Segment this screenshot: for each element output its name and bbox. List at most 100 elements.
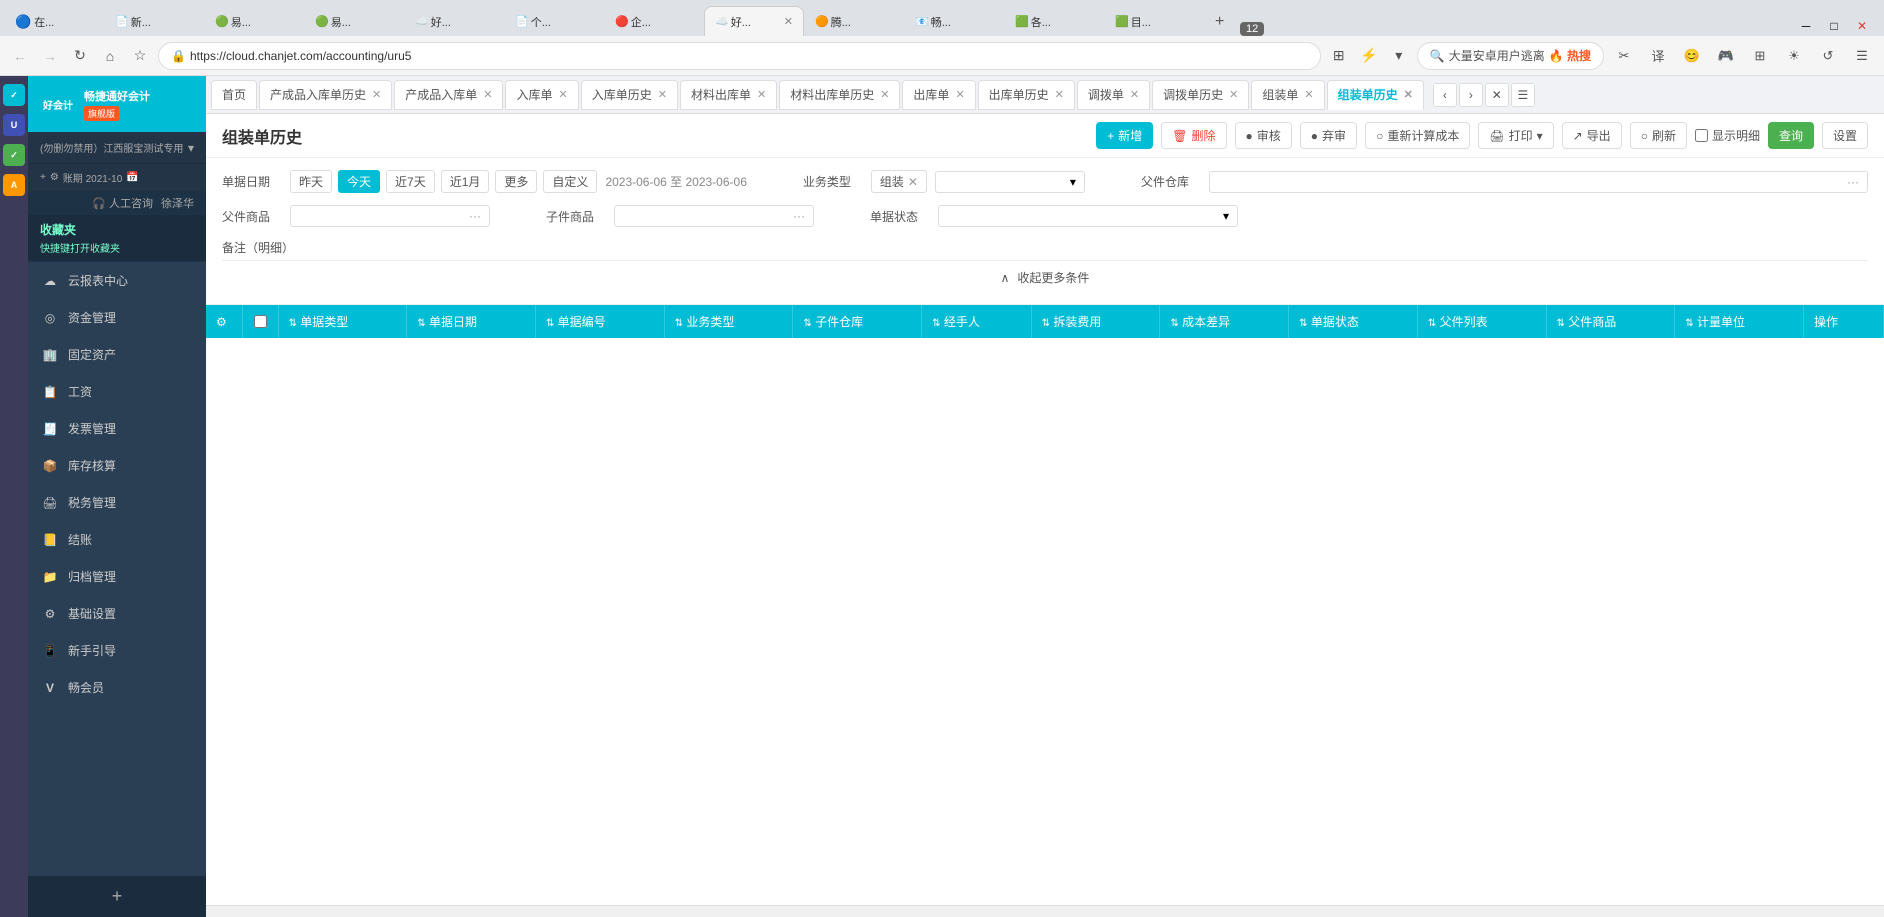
abandon-button[interactable]: ● 弃审 (1300, 122, 1357, 149)
sidebar-item-inventory[interactable]: 📦 库存核算 (28, 447, 206, 484)
grid-button[interactable]: ⊞ (1746, 42, 1774, 70)
sidebar-item-invoice[interactable]: 🧾 发票管理 (28, 410, 206, 447)
print-button[interactable]: 🖨 打印 ▾ (1478, 122, 1553, 149)
subtab-nav-left[interactable]: ‹ (1433, 83, 1457, 107)
subtab-mat-out-close[interactable]: ✕ (757, 88, 766, 101)
browser-tab-11[interactable]: 🟩 各... (1004, 6, 1104, 36)
home-button[interactable]: ⌂ (98, 44, 122, 68)
tab-close-8[interactable]: ✕ (780, 15, 793, 28)
bottom-scrollbar[interactable] (206, 905, 1884, 917)
browser-tab-3[interactable]: 🟢 易... (204, 6, 304, 36)
search-bar[interactable]: 🔍 大量安卓用户逃离 🔥 热搜 (1417, 42, 1604, 70)
show-detail-checkbox[interactable] (1695, 129, 1708, 142)
game-button[interactable]: 🎮 (1712, 42, 1740, 70)
collapse-button[interactable]: ∧ 收起更多条件 (222, 260, 1868, 292)
query-button[interactable]: 查询 (1768, 122, 1814, 149)
brightness-button[interactable]: ☀ (1780, 42, 1808, 70)
emoji-button[interactable]: 😊 (1678, 42, 1706, 70)
parent-goods-input[interactable]: ··· (290, 205, 490, 227)
subtab-nav-right[interactable]: › (1459, 83, 1483, 107)
browser-tab-12[interactable]: 🟩 目... (1104, 6, 1204, 36)
col-disassembly-fee[interactable]: ⇅ 拆装费用 (1031, 305, 1160, 338)
subtab-transfer-close[interactable]: ✕ (1130, 88, 1139, 101)
child-goods-input[interactable]: ··· (614, 205, 814, 227)
company-selector[interactable]: (勿删勿禁用）江西服宝测试专用 ▾ (28, 132, 206, 163)
col-parent-goods[interactable]: ⇅ 父件商品 (1546, 305, 1675, 338)
ext-icon-2[interactable]: U (3, 114, 25, 136)
bookmark-button[interactable]: ☆ (128, 44, 152, 68)
lightning-button[interactable]: ⚡ (1357, 44, 1381, 68)
subtab-transfer[interactable]: 调拨单 ✕ (1077, 80, 1150, 110)
subtab-prod-in[interactable]: 产成品入库单 ✕ (394, 80, 503, 110)
col-bill-no[interactable]: ⇅ 单据编号 (535, 305, 664, 338)
col-unit[interactable]: ⇅ 计量单位 (1675, 305, 1804, 338)
recalc-button[interactable]: ○ 重新计算成本 (1365, 122, 1470, 149)
subtab-home[interactable]: 首页 (211, 80, 257, 110)
sidebar-item-close[interactable]: 📒 结账 (28, 521, 206, 558)
sidebar-item-fund[interactable]: ◎ 资金管理 (28, 299, 206, 336)
sidebar-item-settings[interactable]: ⚙ 基础设置 (28, 595, 206, 632)
new-button[interactable]: + 新增 (1096, 122, 1153, 149)
col-bill-type[interactable]: ⇅ 单据类型 (278, 305, 407, 338)
subtab-assembly[interactable]: 组装单 ✕ (1251, 80, 1324, 110)
select-all-checkbox[interactable] (254, 315, 267, 328)
ext-icon-3[interactable]: ✓ (3, 144, 25, 166)
cut-button[interactable]: ✂ (1610, 42, 1638, 70)
browser-tab-9[interactable]: 🟠 腾... (804, 6, 904, 36)
subtab-prod-in-history[interactable]: 产成品入库单历史 ✕ (259, 80, 392, 110)
sidebar-item-tax[interactable]: 🖨 税务管理 (28, 484, 206, 521)
delete-button[interactable]: 🗑 删除 (1161, 122, 1226, 149)
business-type-dropdown[interactable]: ▾ (935, 171, 1085, 193)
browser-tab-7[interactable]: 🔴 企... (604, 6, 704, 36)
subtab-out-history[interactable]: 出库单历史 ✕ (978, 80, 1075, 110)
subtab-out-close[interactable]: ✕ (955, 88, 964, 101)
col-biz-type[interactable]: ⇅ 业务类型 (664, 305, 793, 338)
subtab-in-history[interactable]: 入库单历史 ✕ (581, 80, 678, 110)
sidebar-item-salary[interactable]: 📋 工资 (28, 373, 206, 410)
address-bar[interactable]: 🔒 https://cloud.chanjet.com/accounting/u… (158, 42, 1321, 70)
browser-tab-2[interactable]: 📄 新... (104, 6, 204, 36)
date-btn-7days[interactable]: 近7天 (386, 170, 435, 193)
subtab-in-close[interactable]: ✕ (559, 88, 568, 101)
subtab-out-history-close[interactable]: ✕ (1055, 88, 1064, 101)
subtab-mat-out[interactable]: 材料出库单 ✕ (680, 80, 777, 110)
subtab-mat-out-history-close[interactable]: ✕ (880, 88, 889, 101)
subtab-close-all[interactable]: ✕ (1485, 83, 1509, 107)
col-parent-list[interactable]: ⇅ 父件列表 (1417, 305, 1546, 338)
subtab-dropdown[interactable]: ☰ (1511, 83, 1535, 107)
browser-tab-4[interactable]: 🟢 易... (304, 6, 404, 36)
parent-warehouse-input[interactable]: ··· (1209, 171, 1868, 193)
business-type-remove[interactable]: ✕ (908, 175, 918, 189)
subtab-prod-in-history-close[interactable]: ✕ (372, 88, 381, 101)
ext-icon-1[interactable]: ✓ (3, 84, 25, 106)
back-button[interactable]: ← (8, 44, 32, 68)
review-button[interactable]: ● 审核 (1235, 122, 1292, 149)
window-maximize[interactable]: □ (1824, 16, 1844, 36)
subtab-in-history-close[interactable]: ✕ (658, 88, 667, 101)
sidebar-item-asset[interactable]: 🏢 固定资产 (28, 336, 206, 373)
date-btn-more[interactable]: 更多 (495, 170, 537, 193)
subtab-transfer-history-close[interactable]: ✕ (1229, 88, 1238, 101)
sidebar-item-cloud-report[interactable]: ☁ 云报表中心 (28, 262, 206, 299)
col-bill-date[interactable]: ⇅ 单据日期 (407, 305, 536, 338)
browser-tab-5[interactable]: ☁️ 好... (404, 6, 504, 36)
browser-tab-10[interactable]: 📧 畅... (904, 6, 1004, 36)
subtab-transfer-history[interactable]: 调拨单历史 ✕ (1152, 80, 1249, 110)
date-btn-today[interactable]: 今天 (338, 170, 380, 193)
window-close[interactable]: ✕ (1852, 16, 1872, 36)
subtab-assembly-close[interactable]: ✕ (1304, 88, 1313, 101)
translate-button[interactable]: 译 (1644, 42, 1672, 70)
dropdown-button[interactable]: ▾ (1387, 44, 1411, 68)
col-settings[interactable]: ⚙ (206, 305, 242, 338)
order-status-dropdown[interactable]: ▾ (938, 205, 1238, 227)
sidebar-item-archive[interactable]: 📁 归档管理 (28, 558, 206, 595)
col-child-warehouse[interactable]: ⇅ 子件仓库 (793, 305, 922, 338)
browser-tab-6[interactable]: 📄 个... (504, 6, 604, 36)
new-tab-button[interactable]: + (1204, 6, 1236, 36)
subtab-in[interactable]: 入库单 ✕ (505, 80, 578, 110)
ext-icon-4[interactable]: A (3, 174, 25, 196)
date-btn-custom[interactable]: 自定义 (543, 170, 597, 193)
sidebar-item-guide[interactable]: 📱 新手引导 (28, 632, 206, 669)
settings-button-page[interactable]: 设置 (1822, 122, 1868, 149)
refresh-button-page[interactable]: ○ 刷新 (1630, 122, 1687, 149)
